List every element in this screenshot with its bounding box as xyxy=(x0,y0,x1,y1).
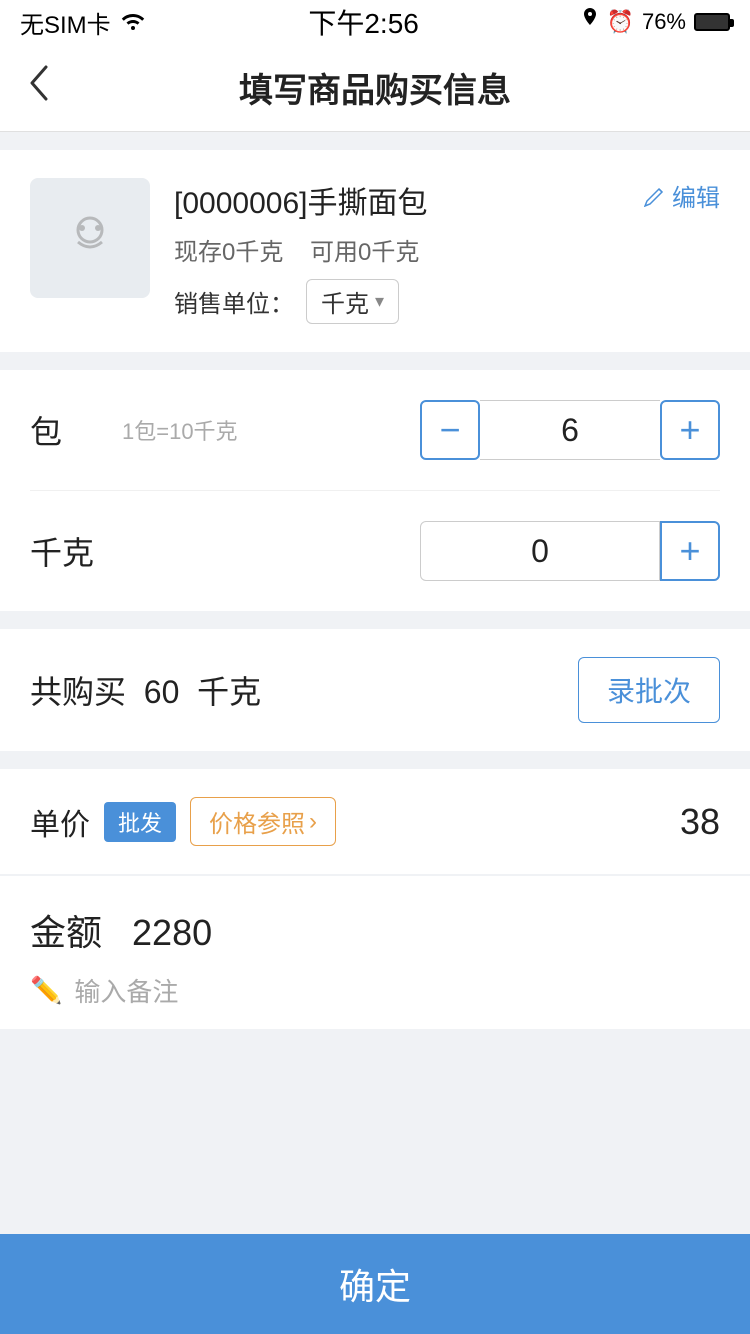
confirm-label: 确定 xyxy=(339,1258,411,1310)
edit-label: 编辑 xyxy=(672,178,720,213)
price-ref-button[interactable]: 价格参照 › xyxy=(190,797,336,846)
available-label: 可用0千克 xyxy=(310,239,419,266)
price-ref-label: 价格参照 xyxy=(209,804,305,839)
page-title: 填写商品购买信息 xyxy=(239,63,511,112)
unit-selector[interactable]: 千克 ▾ xyxy=(306,279,399,324)
amount-label: 金额 xyxy=(30,912,102,953)
pack-qty-input[interactable] xyxy=(480,400,660,460)
wifi-icon xyxy=(119,8,147,37)
carrier-label: 无SIM卡 xyxy=(20,5,111,40)
status-time: 下午2:56 xyxy=(308,2,419,42)
edit-button[interactable]: 编辑 xyxy=(644,178,720,213)
confirm-button[interactable]: 确定 xyxy=(0,1234,750,1334)
product-stock: 现存0千克 可用0千克 xyxy=(174,232,720,267)
kg-plus-button[interactable]: + xyxy=(660,521,720,581)
total-section: 共购买 60 千克 录批次 xyxy=(0,629,750,751)
stock-label: 现存0千克 xyxy=(174,239,283,266)
price-ref-arrow-icon: › xyxy=(309,808,317,836)
pack-label: 包 xyxy=(30,407,110,453)
alarm-icon: ⏰ xyxy=(607,9,634,35)
amount-value: 2280 xyxy=(132,912,212,953)
pack-hint: 1包=10千克 xyxy=(122,414,420,446)
status-bar: 无SIM卡 下午2:56 ⏰ 76% xyxy=(0,0,750,44)
pencil-icon: ✏️ xyxy=(30,975,62,1006)
unit-value: 千克 xyxy=(321,284,369,319)
amount-row: 金额 2280 xyxy=(30,904,720,956)
total-prefix: 共购买 xyxy=(30,674,126,710)
nav-bar: 填写商品购买信息 xyxy=(0,44,750,132)
kg-qty-control: + xyxy=(420,521,720,581)
total-text: 共购买 60 千克 xyxy=(30,667,261,713)
price-value: 38 xyxy=(680,801,720,843)
batch-button[interactable]: 录批次 xyxy=(578,657,720,723)
location-icon xyxy=(581,8,599,36)
kg-row: 千克 + xyxy=(30,491,720,611)
status-right: ⏰ 76% xyxy=(581,8,730,36)
pack-row: 包 1包=10千克 − + xyxy=(30,370,720,491)
kg-label: 千克 xyxy=(30,528,110,574)
unit-arrow-icon: ▾ xyxy=(375,291,384,312)
price-section: 单价 批发 价格参照 › 38 xyxy=(0,769,750,874)
pack-minus-button[interactable]: − xyxy=(420,400,480,460)
product-thumbnail xyxy=(30,178,150,298)
back-button[interactable] xyxy=(28,65,50,110)
unit-prefix: 销售单位： xyxy=(174,284,294,319)
pack-plus-button[interactable]: + xyxy=(660,400,720,460)
status-left: 无SIM卡 xyxy=(20,5,147,40)
pack-qty-control: − + xyxy=(420,400,720,460)
price-tag: 批发 xyxy=(104,802,176,842)
pack-section: 包 1包=10千克 − + 千克 + xyxy=(0,370,750,611)
product-card: [0000006]手撕面包 现存0千克 可用0千克 销售单位： 千克 ▾ 编辑 xyxy=(0,150,750,352)
remark-row[interactable]: ✏️ 输入备注 xyxy=(30,972,720,1009)
battery-icon xyxy=(694,13,730,31)
total-amount: 60 xyxy=(144,674,180,710)
battery-percent: 76% xyxy=(642,9,686,35)
remark-placeholder: 输入备注 xyxy=(74,972,178,1009)
price-label: 单价 xyxy=(30,800,90,844)
total-unit: 千克 xyxy=(197,674,261,710)
product-info: [0000006]手撕面包 现存0千克 可用0千克 销售单位： 千克 ▾ xyxy=(174,178,720,324)
kg-qty-input[interactable] xyxy=(420,521,660,581)
product-name: [0000006]手撕面包 xyxy=(174,178,720,222)
amount-section: 金额 2280 ✏️ 输入备注 xyxy=(0,876,750,1029)
product-unit-row: 销售单位： 千克 ▾ xyxy=(174,279,720,324)
